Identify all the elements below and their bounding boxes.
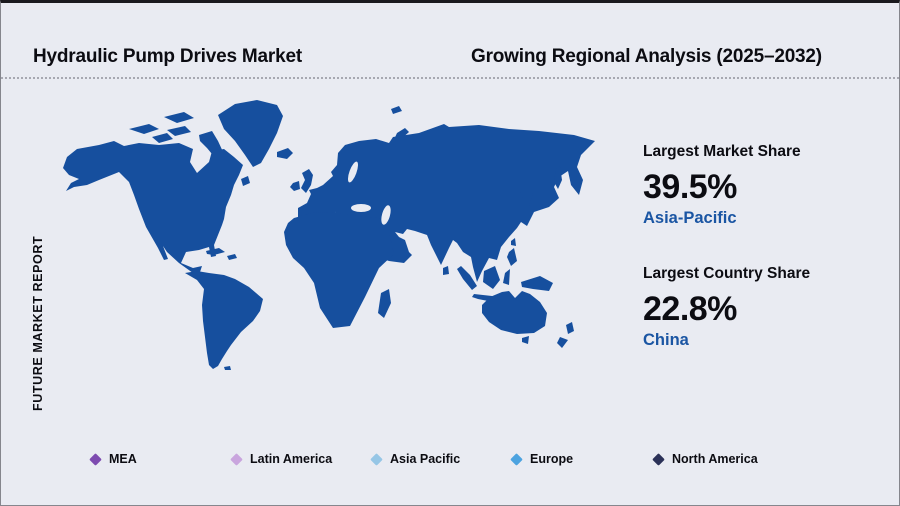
stat-label: Largest Market Share: [643, 143, 801, 160]
legend-label: MEA: [109, 452, 137, 466]
black-sea: [351, 204, 371, 212]
stat-region: China: [643, 331, 689, 349]
australia-shape: [482, 291, 547, 334]
madagascar-shape: [378, 289, 391, 318]
legend-dot-icon: [370, 452, 383, 466]
legend-item-latin-america: Latin America: [230, 451, 333, 467]
stat-label: Largest Country Share: [643, 265, 811, 282]
new-zealand-shape: [566, 322, 574, 334]
legend-label: Asia Pacific: [390, 452, 461, 466]
stat-largest-country-share: Largest Country Share 22.8% China: [643, 265, 893, 350]
page-subtitle: Growing Regional Analysis (2025–2032): [471, 46, 822, 67]
legend-item-mea: MEA: [89, 451, 137, 467]
stat-value: 22.8%: [643, 290, 737, 328]
header-divider: [1, 77, 899, 79]
south-america-shape: [185, 271, 263, 369]
uk-shape: [301, 169, 313, 193]
legend-dot-icon: [510, 452, 523, 466]
stat-region: Asia-Pacific: [643, 209, 737, 227]
legend-dot-icon: [89, 452, 102, 466]
legend-dot-icon: [230, 452, 243, 466]
stat-value: 39.5%: [643, 168, 737, 206]
legend-item-europe: Europe: [510, 451, 574, 467]
legend-label: North America: [672, 452, 758, 466]
legend-item-asia-pacific: Asia Pacific: [370, 451, 461, 467]
stat-largest-market-share: Largest Market Share 39.5% Asia-Pacific: [643, 143, 893, 228]
infographic-frame: Hydraulic Pump Drives Market Growing Reg…: [0, 0, 900, 506]
page-title: Hydraulic Pump Drives Market: [33, 46, 302, 67]
legend-label: Europe: [530, 452, 574, 466]
north-america-shape: [63, 141, 243, 294]
legend-item-north-america: North America: [652, 451, 758, 467]
brand-vertical-label: FUTURE MARKET REPORT: [31, 235, 45, 411]
legend-label: Latin America: [250, 452, 333, 466]
legend-dot-icon: [652, 452, 665, 466]
africa-shape: [284, 212, 394, 328]
world-map: [63, 100, 595, 370]
world-map-land: [63, 100, 595, 370]
